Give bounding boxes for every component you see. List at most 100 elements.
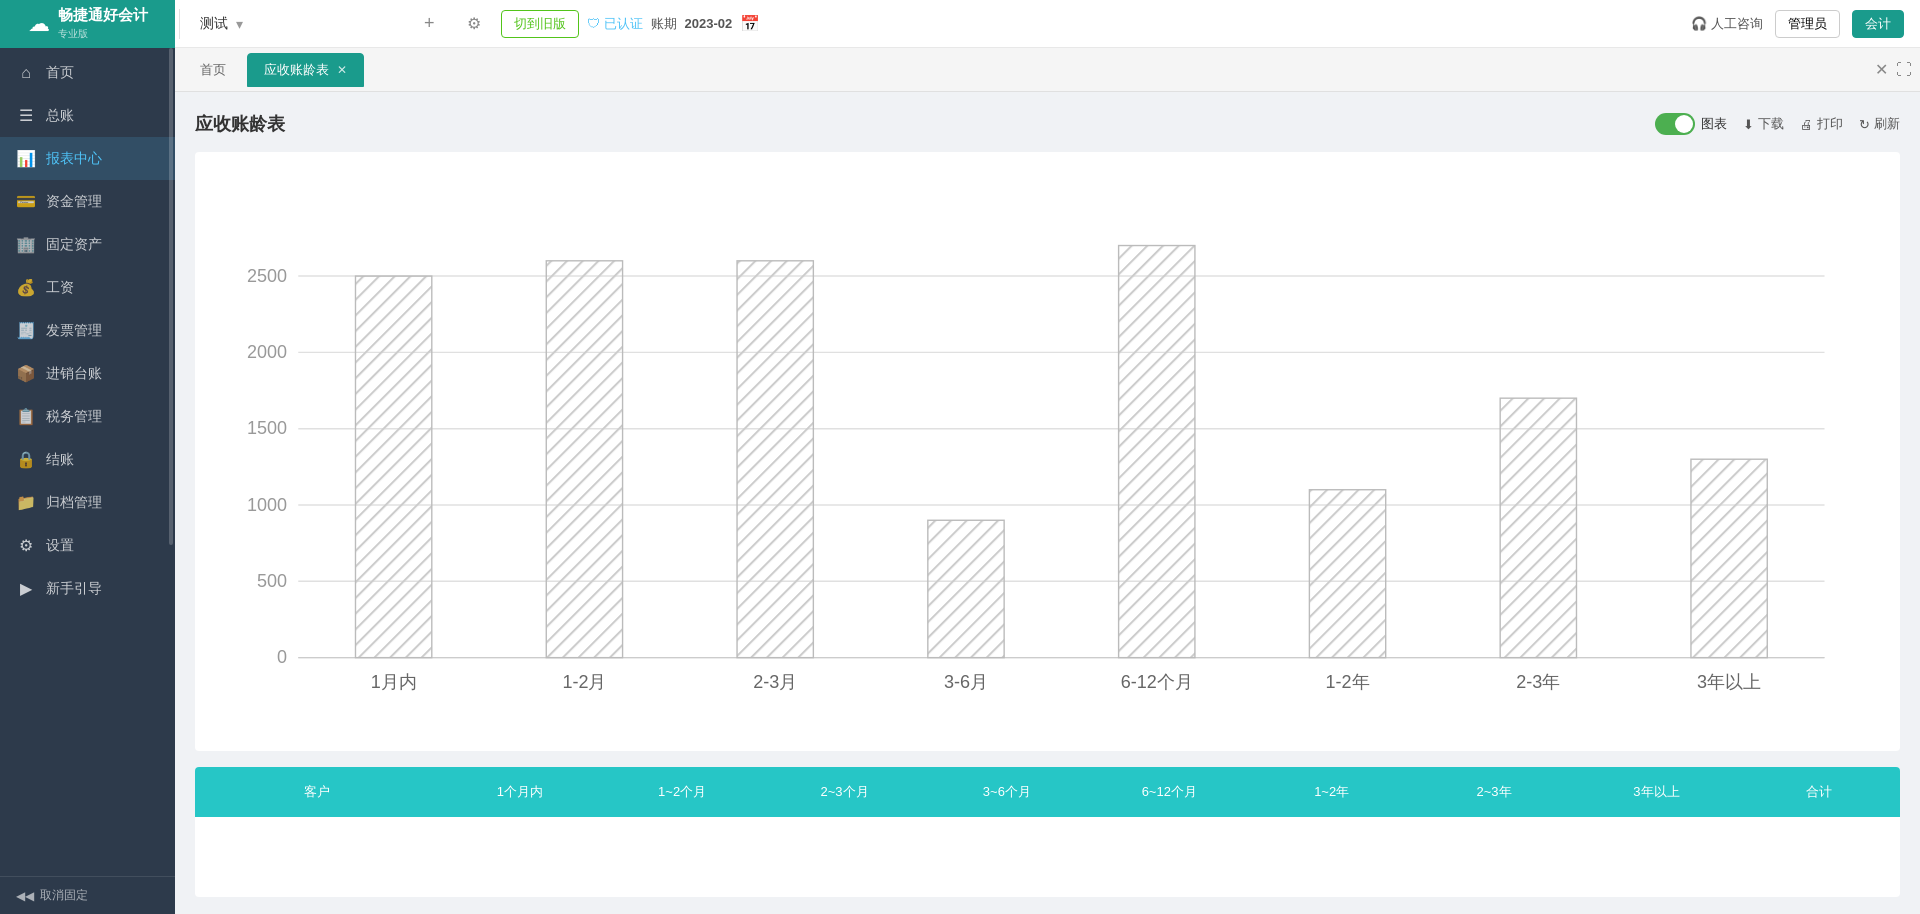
headphone-icon: 🎧: [1691, 16, 1707, 31]
nav-label-trade: 进销台账: [46, 365, 102, 383]
sidebar-item-close[interactable]: 🔒结账: [0, 438, 175, 481]
scrollbar-thumb: [169, 48, 173, 545]
shield-icon: 🛡: [587, 16, 600, 31]
logo-text-area: 畅捷通好会计 专业版: [58, 6, 148, 41]
table-col-header: 1~2个月: [601, 767, 763, 817]
sidebar-bottom: ◀◀ 取消固定: [0, 876, 175, 914]
sidebar-item-report[interactable]: 📊报表中心: [0, 137, 175, 180]
svg-text:3年以上: 3年以上: [1697, 672, 1761, 692]
download-button[interactable]: ⬇ 下载: [1743, 115, 1784, 133]
sidebar-item-ledger[interactable]: ☰总账: [0, 94, 175, 137]
nav-icon-archive: 📁: [16, 493, 36, 512]
print-label: 打印: [1817, 115, 1843, 133]
page-header-actions: 图表 ⬇ 下载 🖨 打印 ↻ 刷新: [1655, 113, 1900, 135]
nav-icon-trade: 📦: [16, 364, 36, 383]
svg-text:1-2年: 1-2年: [1326, 672, 1370, 692]
workspace-selector[interactable]: 测试 ▾: [200, 15, 400, 33]
refresh-button[interactable]: ↻ 刷新: [1859, 115, 1900, 133]
download-label: 下载: [1758, 115, 1784, 133]
consult-button[interactable]: 🎧 人工咨询: [1691, 15, 1763, 33]
nav-icon-invoice: 🧾: [16, 321, 36, 340]
logo-area: ☁ 畅捷通好会计 专业版: [0, 0, 175, 48]
nav-label-invoice: 发票管理: [46, 322, 102, 340]
nav-icon-payroll: 💰: [16, 278, 36, 297]
sidebar-item-trade[interactable]: 📦 进销台账: [0, 352, 175, 395]
pin-label: 取消固定: [40, 887, 88, 904]
svg-text:1000: 1000: [247, 495, 287, 515]
tab-close-aging[interactable]: ✕: [337, 63, 347, 77]
chart-toggle-wrap: 图表: [1655, 113, 1727, 135]
tab-aging[interactable]: 应收账龄表✕: [247, 53, 364, 87]
workspace-name: 测试: [200, 15, 228, 33]
nav-label-home: 首页: [46, 64, 74, 82]
table-section: 客户1个月内1~2个月2~3个月3~6个月6~12个月1~2年2~3年3年以上合…: [195, 767, 1900, 897]
expand-button[interactable]: ⛶: [1896, 61, 1912, 79]
svg-rect-23: [546, 261, 622, 658]
sidebar-item-guide[interactable]: ▶新手引导: [0, 567, 175, 610]
close-tab-button[interactable]: ✕: [1875, 60, 1888, 79]
topbar-actions: + ⚙ 切到旧版 🛡 已认证 账期 2023-02 📅: [412, 9, 1679, 38]
svg-rect-29: [1119, 246, 1195, 658]
table-col-header: 合计: [1738, 767, 1900, 817]
sidebar-item-home[interactable]: ⌂首页: [0, 52, 175, 94]
certified-text: 已认证: [604, 15, 643, 33]
manager-button[interactable]: 管理员: [1775, 10, 1840, 38]
table-col-header: 3~6个月: [926, 767, 1088, 817]
chart-toggle[interactable]: [1655, 113, 1695, 135]
sidebar-item-asset[interactable]: 🏢 固定资产: [0, 223, 175, 266]
page-title: 应收账龄表: [195, 112, 285, 136]
tab-label-home: 首页: [200, 61, 226, 79]
table-col-header: 2~3个月: [763, 767, 925, 817]
tab-home[interactable]: 首页: [183, 53, 243, 87]
sidebar-nav: ⌂首页☰总账📊报表中心 💳 资金管理 🏢 固定资产 💰 工资 🧾 发票管理 📦 进销台账 📋税务管理🔒…: [0, 48, 175, 614]
svg-text:2500: 2500: [247, 266, 287, 286]
nav-label-fund: 资金管理: [46, 193, 102, 211]
pin-button[interactable]: ◀◀ 取消固定: [16, 887, 159, 904]
table-body: [195, 817, 1900, 897]
sidebar-item-invoice[interactable]: 🧾 发票管理: [0, 309, 175, 352]
accountant-button[interactable]: 会计: [1852, 10, 1904, 38]
svg-text:2-3月: 2-3月: [753, 672, 797, 692]
table-col-header: 1个月内: [439, 767, 601, 817]
sidebar-item-settings[interactable]: ⚙设置: [0, 524, 175, 567]
tab-bar: 首页 应收账龄表✕ ✕ ⛶: [175, 48, 1920, 92]
nav-icon-guide: ▶: [16, 579, 36, 598]
chart-card: 050010001500200025001月内1-2月2-3月3-6月6-12个…: [195, 152, 1900, 751]
nav-icon-fund: 💳: [16, 192, 36, 211]
nav-label-payroll: 工资: [46, 279, 74, 297]
nav-label-tax: 税务管理: [46, 408, 102, 426]
nav-label-ledger: 总账: [46, 107, 74, 125]
table-header-row: 客户1个月内1~2个月2~3个月3~6个月6~12个月1~2年2~3年3年以上合…: [195, 767, 1900, 817]
svg-text:6-12个月: 6-12个月: [1121, 672, 1193, 692]
svg-text:2000: 2000: [247, 342, 287, 362]
svg-text:0: 0: [277, 647, 287, 667]
topbar-right: 🎧 人工咨询 管理员 会计: [1691, 10, 1904, 38]
app-edition: 专业版: [58, 27, 148, 41]
pin-icon: ◀◀: [16, 889, 34, 903]
nav-label-close: 结账: [46, 451, 74, 469]
calendar-icon[interactable]: 📅: [740, 14, 760, 33]
bar-chart: 050010001500200025001月内1-2月2-3月3-6月6-12个…: [215, 172, 1880, 727]
nav-icon-asset: 🏢: [16, 235, 36, 254]
topbar: ☁ 畅捷通好会计 专业版 测试 ▾ + ⚙ 切到旧版 🛡 已认证 账期 2023…: [0, 0, 1920, 48]
table-col-header: 客户: [195, 767, 439, 817]
sidebar-item-archive[interactable]: 📁归档管理: [0, 481, 175, 524]
switch-version-button[interactable]: 切到旧版: [501, 10, 579, 38]
add-button[interactable]: +: [412, 9, 447, 38]
svg-text:2-3年: 2-3年: [1516, 672, 1560, 692]
settings-button[interactable]: ⚙: [455, 10, 493, 37]
svg-rect-25: [737, 261, 813, 658]
page-header: 应收账龄表 图表 ⬇ 下载 🖨 打印 ↻: [195, 112, 1900, 136]
nav-label-settings: 设置: [46, 537, 74, 555]
print-button[interactable]: 🖨 打印: [1800, 115, 1843, 133]
download-icon: ⬇: [1743, 117, 1754, 132]
svg-rect-31: [1309, 490, 1385, 658]
divider: [179, 9, 180, 39]
svg-rect-21: [355, 276, 431, 658]
period-value: 2023-02: [685, 16, 733, 31]
sidebar-item-tax[interactable]: 📋税务管理: [0, 395, 175, 438]
nav-label-asset: 固定资产: [46, 236, 102, 254]
sidebar-item-fund[interactable]: 💳 资金管理: [0, 180, 175, 223]
printer-icon: 🖨: [1800, 117, 1813, 132]
sidebar-item-payroll[interactable]: 💰 工资: [0, 266, 175, 309]
